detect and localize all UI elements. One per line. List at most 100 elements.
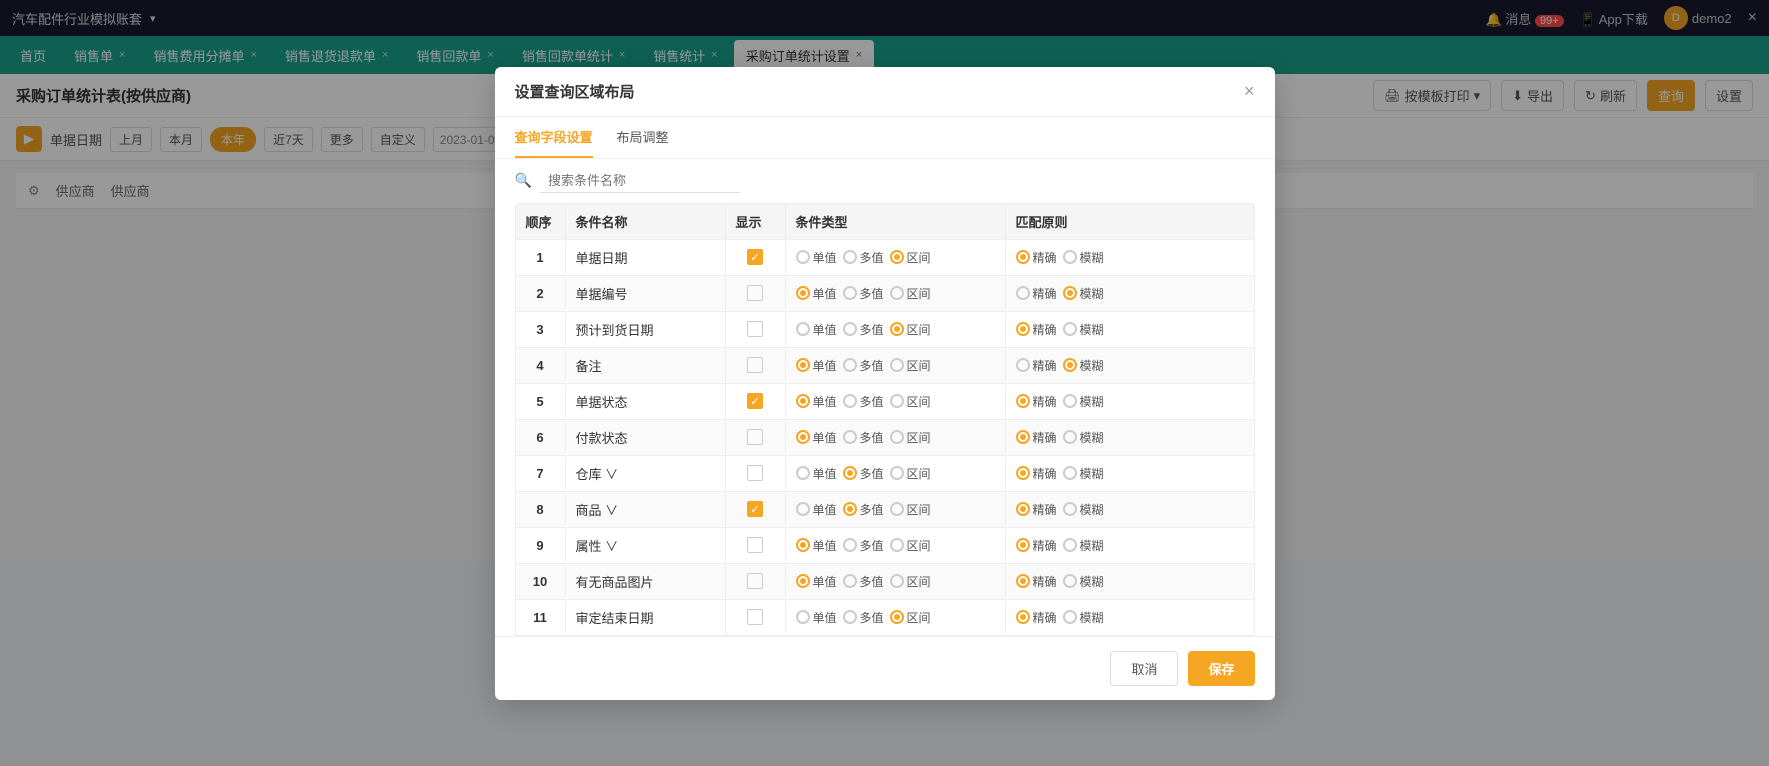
type-radio-多值[interactable]: 多值 (843, 321, 884, 338)
td-order: 9 (516, 530, 566, 561)
match-radio-精确[interactable]: 精确 (1016, 357, 1057, 374)
modal-tab-layout[interactable]: 布局调整 (617, 117, 669, 158)
match-radio-精确[interactable]: 精确 (1016, 429, 1057, 446)
type-radio-区间[interactable]: 区间 (890, 429, 931, 446)
table-row: 7仓库 ∨单值多值区间精确模糊 (515, 456, 1255, 492)
td-type: 单值多值区间 (786, 313, 1006, 346)
type-radio-区间[interactable]: 区间 (890, 321, 931, 338)
td-display[interactable]: ✓ (726, 241, 786, 273)
match-radio-模糊[interactable]: 模糊 (1063, 537, 1104, 554)
match-radio-精确[interactable]: 精确 (1016, 573, 1057, 590)
match-radio-模糊[interactable]: 模糊 (1063, 609, 1104, 626)
td-display[interactable] (726, 277, 786, 309)
td-display[interactable] (726, 313, 786, 345)
type-radio-区间[interactable]: 区间 (890, 357, 931, 374)
td-display[interactable] (726, 529, 786, 561)
cancel-button[interactable]: 取消 (1110, 651, 1178, 686)
th-name: 条件名称 (566, 204, 726, 239)
table-row: 6付款状态单值多值区间精确模糊 (515, 420, 1255, 456)
type-radio-多值[interactable]: 多值 (843, 249, 884, 266)
display-checkbox[interactable] (747, 321, 763, 337)
match-radio-模糊[interactable]: 模糊 (1063, 357, 1104, 374)
match-radio-精确[interactable]: 精确 (1016, 609, 1057, 626)
table-row: 2单据编号单值多值区间精确模糊 (515, 276, 1255, 312)
type-radio-单值[interactable]: 单值 (796, 393, 837, 410)
match-radio-精确[interactable]: 精确 (1016, 393, 1057, 410)
type-radio-单值[interactable]: 单值 (796, 537, 837, 554)
display-checkbox[interactable] (747, 573, 763, 589)
td-display[interactable] (726, 349, 786, 381)
td-display[interactable] (726, 457, 786, 489)
type-radio-单值[interactable]: 单值 (796, 573, 837, 590)
radio-dot (1063, 250, 1077, 264)
type-radio-多值[interactable]: 多值 (843, 357, 884, 374)
radio-dot (1016, 610, 1030, 624)
type-radio-区间[interactable]: 区间 (890, 501, 931, 518)
match-radio-精确[interactable]: 精确 (1016, 321, 1057, 338)
match-radio-模糊[interactable]: 模糊 (1063, 429, 1104, 446)
display-checkbox[interactable]: ✓ (747, 249, 763, 265)
type-radio-单值[interactable]: 单值 (796, 321, 837, 338)
td-display[interactable]: ✓ (726, 385, 786, 417)
modal-tab-query-fields[interactable]: 查询字段设置 (515, 117, 593, 158)
display-checkbox[interactable] (747, 609, 763, 625)
td-display[interactable] (726, 421, 786, 453)
table-row: 8商品 ∨✓单值多值区间精确模糊 (515, 492, 1255, 528)
match-radio-精确[interactable]: 精确 (1016, 249, 1057, 266)
radio-dot (796, 394, 810, 408)
table-row: 9属性 ∨单值多值区间精确模糊 (515, 528, 1255, 564)
td-type: 单值多值区间 (786, 457, 1006, 490)
match-radio-精确[interactable]: 精确 (1016, 465, 1057, 482)
modal-overlay[interactable]: 设置查询区域布局 × 查询字段设置 布局调整 🔍 顺序 (0, 0, 1769, 766)
td-display[interactable] (726, 601, 786, 633)
match-radio-模糊[interactable]: 模糊 (1063, 573, 1104, 590)
type-radio-区间[interactable]: 区间 (890, 609, 931, 626)
type-radio-单值[interactable]: 单值 (796, 465, 837, 482)
display-checkbox[interactable]: ✓ (747, 501, 763, 517)
modal-close-button[interactable]: × (1244, 82, 1255, 100)
type-radio-多值[interactable]: 多值 (843, 609, 884, 626)
td-name: 单据状态 (566, 384, 726, 419)
type-radio-单值[interactable]: 单值 (796, 429, 837, 446)
match-radio-精确[interactable]: 精确 (1016, 537, 1057, 554)
match-radio-模糊[interactable]: 模糊 (1063, 321, 1104, 338)
type-radio-单值[interactable]: 单值 (796, 249, 837, 266)
type-radio-区间[interactable]: 区间 (890, 573, 931, 590)
display-checkbox[interactable] (747, 285, 763, 301)
settings-modal: 设置查询区域布局 × 查询字段设置 布局调整 🔍 顺序 (495, 67, 1275, 700)
td-order: 3 (516, 314, 566, 345)
type-radio-多值[interactable]: 多值 (843, 573, 884, 590)
type-radio-单值[interactable]: 单值 (796, 609, 837, 626)
type-radio-多值[interactable]: 多值 (843, 429, 884, 446)
match-radio-模糊[interactable]: 模糊 (1063, 393, 1104, 410)
display-checkbox[interactable] (747, 429, 763, 445)
match-radio-模糊[interactable]: 模糊 (1063, 465, 1104, 482)
type-radio-多值[interactable]: 多值 (843, 393, 884, 410)
match-radio-精确[interactable]: 精确 (1016, 501, 1057, 518)
type-radio-区间[interactable]: 区间 (890, 393, 931, 410)
match-radio-精确[interactable]: 精确 (1016, 285, 1057, 302)
type-radio-单值[interactable]: 单值 (796, 357, 837, 374)
type-radio-多值[interactable]: 多值 (843, 537, 884, 554)
td-display[interactable] (726, 565, 786, 597)
display-checkbox[interactable] (747, 357, 763, 373)
type-radio-单值[interactable]: 单值 (796, 501, 837, 518)
match-radio-模糊[interactable]: 模糊 (1063, 501, 1104, 518)
type-radio-区间[interactable]: 区间 (890, 465, 931, 482)
display-checkbox[interactable]: ✓ (747, 393, 763, 409)
type-radio-区间[interactable]: 区间 (890, 537, 931, 554)
type-radio-多值[interactable]: 多值 (843, 501, 884, 518)
type-radio-区间[interactable]: 区间 (890, 249, 931, 266)
search-input[interactable] (540, 169, 740, 193)
match-radio-模糊[interactable]: 模糊 (1063, 285, 1104, 302)
type-radio-多值[interactable]: 多值 (843, 465, 884, 482)
display-checkbox[interactable] (747, 537, 763, 553)
match-radio-模糊[interactable]: 模糊 (1063, 249, 1104, 266)
type-radio-区间[interactable]: 区间 (890, 285, 931, 302)
display-checkbox[interactable] (747, 465, 763, 481)
td-display[interactable]: ✓ (726, 493, 786, 525)
type-radio-单值[interactable]: 单值 (796, 285, 837, 302)
table-row: 10有无商品图片单值多值区间精确模糊 (515, 564, 1255, 600)
save-button[interactable]: 保存 (1188, 651, 1254, 686)
type-radio-多值[interactable]: 多值 (843, 285, 884, 302)
